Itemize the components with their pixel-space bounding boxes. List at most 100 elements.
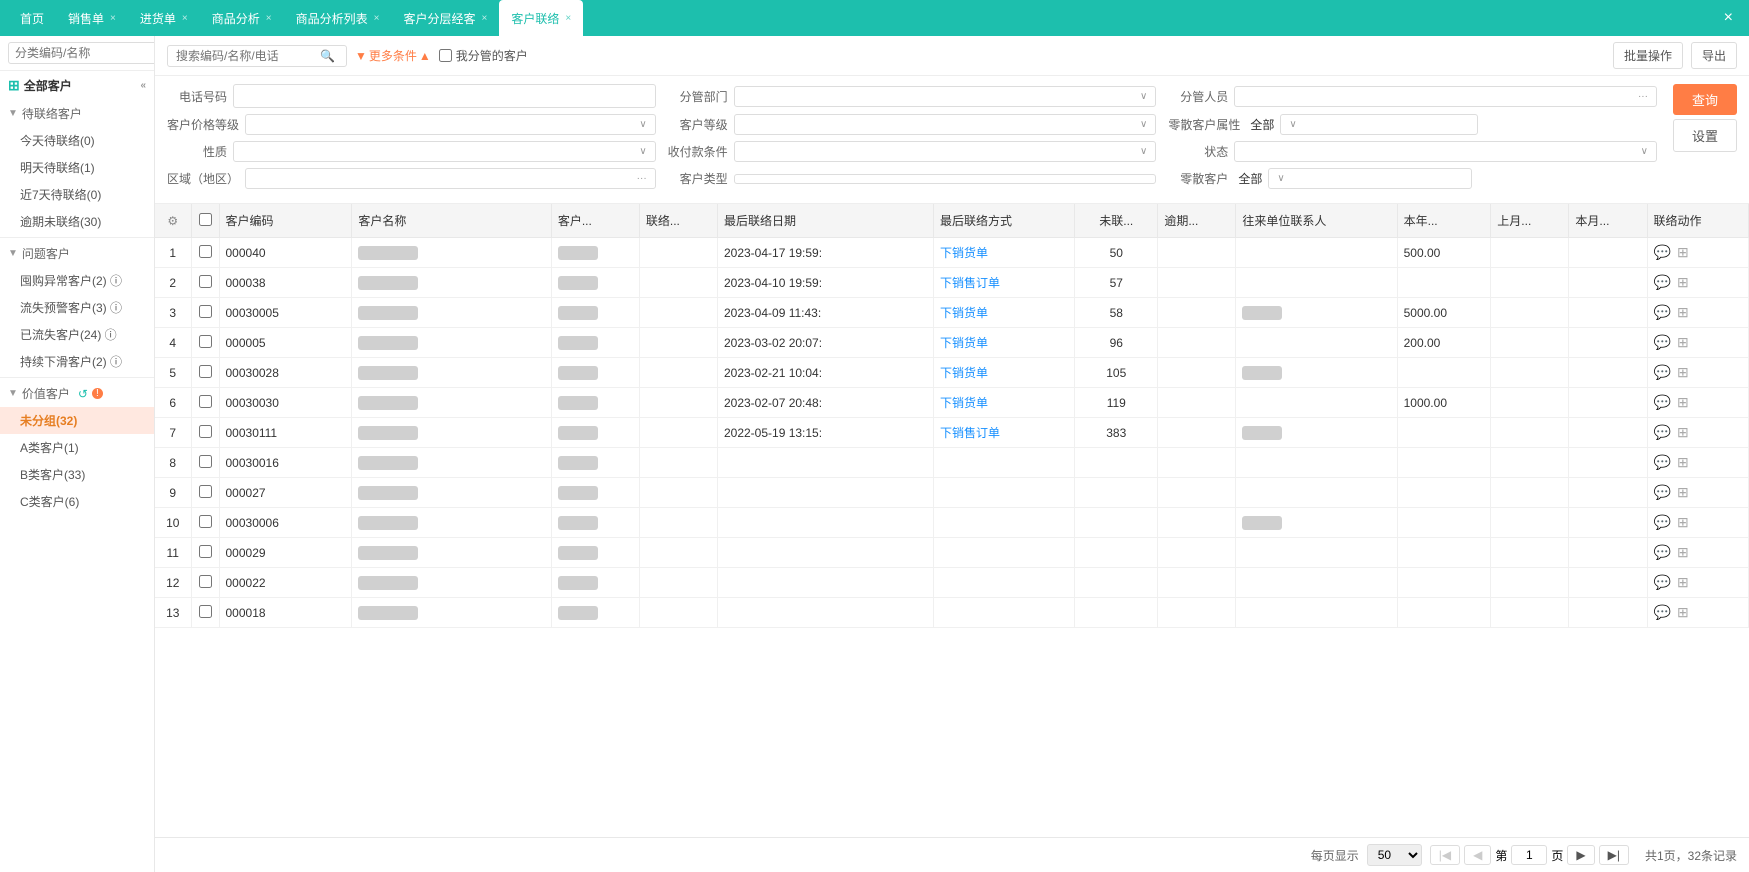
qr-icon[interactable]: ⊞: [1677, 394, 1689, 411]
sidebar-group-pending[interactable]: ▼ 待联络客户: [0, 100, 154, 127]
chat-icon[interactable]: 💬: [1654, 394, 1671, 411]
query-button[interactable]: 查询: [1673, 84, 1737, 115]
status-select[interactable]: ∨: [1234, 141, 1657, 162]
category-search-input[interactable]: [8, 42, 155, 64]
chat-icon[interactable]: 💬: [1654, 484, 1671, 501]
qr-icon[interactable]: ⊞: [1677, 454, 1689, 471]
per-page-select[interactable]: 50 100 200: [1367, 844, 1422, 866]
sidebar-group-problem[interactable]: ▼ 问题客户: [0, 240, 154, 267]
sidebar-item-class-b[interactable]: B类客户(33): [0, 461, 154, 488]
chat-icon[interactable]: 💬: [1654, 544, 1671, 561]
page-number-input[interactable]: [1511, 845, 1547, 865]
row-checkbox[interactable]: [199, 605, 212, 618]
manager-select[interactable]: ···: [1234, 86, 1657, 107]
my-customers-checkbox[interactable]: 我分管的客户: [439, 47, 528, 64]
qr-icon[interactable]: ⊞: [1677, 544, 1689, 561]
row-checkbox[interactable]: [199, 395, 212, 408]
next-page-button[interactable]: ▶: [1567, 845, 1594, 865]
reset-button[interactable]: 设置: [1673, 119, 1737, 152]
qr-icon[interactable]: ⊞: [1677, 364, 1689, 381]
price-level-select[interactable]: ∨: [245, 114, 656, 135]
chat-icon[interactable]: 💬: [1654, 274, 1671, 291]
tab-sales[interactable]: 销售单 ×: [56, 0, 128, 36]
row-checkbox[interactable]: [199, 335, 212, 348]
row-checkbox[interactable]: [199, 515, 212, 528]
retail-customer-select[interactable]: ∨: [1268, 168, 1471, 189]
refresh-icon[interactable]: ↺: [78, 387, 88, 401]
chat-icon[interactable]: 💬: [1654, 424, 1671, 441]
chat-icon[interactable]: 💬: [1654, 304, 1671, 321]
qr-icon[interactable]: ⊞: [1677, 604, 1689, 621]
method-link[interactable]: 下销售订单: [940, 426, 1000, 440]
region-select[interactable]: ···: [245, 168, 656, 189]
row-checkbox[interactable]: [199, 275, 212, 288]
qr-icon[interactable]: ⊞: [1677, 424, 1689, 441]
sidebar-item-declining[interactable]: 持续下滑客户(2) ⓘ: [0, 348, 154, 375]
qr-icon[interactable]: ⊞: [1677, 304, 1689, 321]
method-link[interactable]: 下销售订单: [940, 276, 1000, 290]
dept-select[interactable]: ∨: [734, 86, 1157, 107]
row-checkbox[interactable]: [199, 575, 212, 588]
method-link[interactable]: 下销货单: [940, 336, 988, 350]
sidebar-item-7days-pending[interactable]: 近7天待联络(0): [0, 181, 154, 208]
sidebar-item-churn-warning[interactable]: 流失预警客户(3) ⓘ: [0, 294, 154, 321]
batch-ops-button[interactable]: 批量操作: [1613, 42, 1683, 69]
close-icon[interactable]: ×: [110, 13, 116, 24]
settings-icon[interactable]: ⚙: [167, 214, 178, 228]
qr-icon[interactable]: ⊞: [1677, 574, 1689, 591]
sidebar-item-overdue-contact[interactable]: 逾期未联络(30): [0, 208, 154, 235]
qr-icon[interactable]: ⊞: [1677, 274, 1689, 291]
my-customers-check[interactable]: [439, 49, 452, 62]
qr-icon[interactable]: ⊞: [1677, 334, 1689, 351]
chat-icon[interactable]: 💬: [1654, 334, 1671, 351]
tab-customer-tier[interactable]: 客户分层经客 ×: [391, 0, 499, 36]
col-header-gear[interactable]: ⚙: [155, 204, 191, 238]
phone-input[interactable]: [233, 84, 656, 108]
sidebar-item-stockpile-anomaly[interactable]: 囤购异常客户(2) ⓘ: [0, 267, 154, 294]
row-checkbox[interactable]: [199, 245, 212, 258]
prev-page-button[interactable]: ◀: [1464, 845, 1491, 865]
qr-icon[interactable]: ⊞: [1677, 514, 1689, 531]
close-all-tabs[interactable]: ×: [1716, 9, 1741, 27]
row-checkbox[interactable]: [199, 365, 212, 378]
retail-attr-select[interactable]: ∨: [1280, 114, 1477, 135]
close-icon[interactable]: ×: [374, 13, 380, 24]
sidebar-item-today-pending[interactable]: 今天待联络(0): [0, 127, 154, 154]
chat-icon[interactable]: 💬: [1654, 574, 1671, 591]
all-customers-header[interactable]: ⊞ 全部客户 «: [0, 71, 154, 100]
method-link[interactable]: 下销货单: [940, 306, 988, 320]
row-checkbox[interactable]: [199, 485, 212, 498]
method-link[interactable]: 下销货单: [940, 246, 988, 260]
close-icon[interactable]: ×: [266, 13, 272, 24]
close-icon[interactable]: ×: [481, 13, 487, 24]
chat-icon[interactable]: 💬: [1654, 364, 1671, 381]
sidebar-item-churned[interactable]: 已流失客户(24) ⓘ: [0, 321, 154, 348]
method-link[interactable]: 下销货单: [940, 396, 988, 410]
export-button[interactable]: 导出: [1691, 42, 1737, 69]
close-icon[interactable]: ×: [565, 13, 571, 24]
qr-icon[interactable]: ⊞: [1677, 484, 1689, 501]
sidebar-group-value[interactable]: ▼ 价值客户 ↺ !: [0, 380, 154, 407]
row-checkbox[interactable]: [199, 305, 212, 318]
sidebar-item-class-a[interactable]: A类客户(1): [0, 434, 154, 461]
chat-icon[interactable]: 💬: [1654, 454, 1671, 471]
last-page-button[interactable]: ▶|: [1599, 845, 1629, 865]
search-input[interactable]: [176, 49, 316, 63]
sidebar-item-class-c[interactable]: C类客户(6): [0, 488, 154, 515]
qr-icon[interactable]: ⊞: [1677, 244, 1689, 261]
tab-customer-contact[interactable]: 客户联络 ×: [499, 0, 583, 36]
chat-icon[interactable]: 💬: [1654, 604, 1671, 621]
row-checkbox[interactable]: [199, 545, 212, 558]
sidebar-item-tomorrow-pending[interactable]: 明天待联络(1): [0, 154, 154, 181]
payment-select[interactable]: ∨: [734, 141, 1157, 162]
row-checkbox[interactable]: [199, 455, 212, 468]
method-link[interactable]: 下销货单: [940, 366, 988, 380]
tab-product-list[interactable]: 商品分析列表 ×: [284, 0, 392, 36]
chat-icon[interactable]: 💬: [1654, 514, 1671, 531]
nature-select[interactable]: ∨: [233, 141, 656, 162]
sidebar-item-ungrouped[interactable]: 未分组(32): [0, 407, 154, 434]
tab-purchase[interactable]: 进货单 ×: [128, 0, 200, 36]
tab-home[interactable]: 首页: [8, 0, 56, 36]
first-page-button[interactable]: |◀: [1430, 845, 1460, 865]
select-all-checkbox[interactable]: [199, 213, 212, 226]
